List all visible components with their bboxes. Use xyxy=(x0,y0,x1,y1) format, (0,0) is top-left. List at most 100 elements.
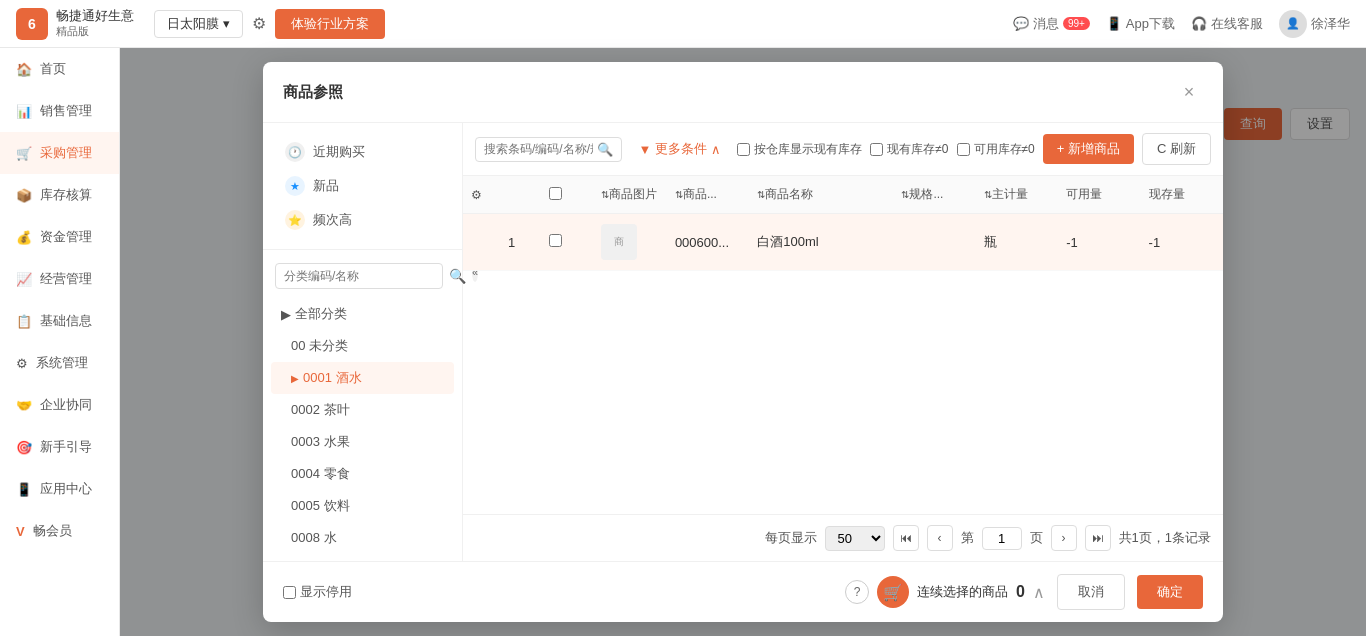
cat-0008[interactable]: 0008 水 xyxy=(271,522,454,549)
add-product-btn[interactable]: + 新增商品 xyxy=(1043,134,1134,164)
brand-name: 畅捷通好生意 xyxy=(56,8,134,24)
page-input[interactable] xyxy=(982,527,1022,550)
cat-all-label: 全部分类 xyxy=(295,305,347,323)
checkbox-available[interactable]: 可用库存≠0 xyxy=(957,141,1035,158)
sidebar-item-inventory[interactable]: 📦 库存核算 xyxy=(0,174,119,216)
quick-link-new[interactable]: ★ 新品 xyxy=(275,169,450,203)
cat-0003[interactable]: 0003 水果 xyxy=(271,426,454,458)
recent-icon: 🕐 xyxy=(285,142,305,162)
sidebar-item-vip[interactable]: V 畅会员 xyxy=(0,510,119,552)
th-name[interactable]: ⇅商品名称 xyxy=(749,176,893,214)
first-page-btn[interactable]: ⏮ xyxy=(893,525,919,551)
cat-00[interactable]: 00 未分类 xyxy=(271,330,454,362)
category-search-input[interactable] xyxy=(275,263,443,289)
checkbox-existing-input[interactable] xyxy=(870,143,883,156)
help-icon[interactable]: ? xyxy=(845,580,869,604)
quick-link-freq[interactable]: ⭐ 频次高 xyxy=(275,203,450,237)
left-panel: 🕐 近期购买 ★ 新品 ⭐ 频次高 xyxy=(263,123,463,561)
modal-close-button[interactable]: × xyxy=(1175,78,1203,106)
messages-item[interactable]: 💬 消息 99+ xyxy=(1013,15,1090,33)
sidebar-item-apps[interactable]: 📱 应用中心 xyxy=(0,468,119,510)
cart-button[interactable]: 🛒 xyxy=(877,576,909,608)
exp-btn[interactable]: 体验行业方案 xyxy=(275,9,385,39)
filter-arrow-icon: ∧ xyxy=(711,142,721,157)
select-all-checkbox[interactable] xyxy=(549,187,562,200)
product-search-input[interactable] xyxy=(484,142,593,156)
filter-btn[interactable]: ▼ 更多条件 ∧ xyxy=(630,136,729,162)
sidebar-item-home[interactable]: 🏠 首页 xyxy=(0,48,119,90)
inventory-icon: 📦 xyxy=(16,188,32,203)
filter-label: 更多条件 xyxy=(655,140,707,158)
category-tree: ▶ 全部分类 00 未分类 ▶ 0001 酒水 0002 茶叶 xyxy=(263,298,462,549)
checkbox-available-input[interactable] xyxy=(957,143,970,156)
th-code[interactable]: ⇅商品... xyxy=(667,176,749,214)
sidebar-item-system[interactable]: ⚙ 系统管理 xyxy=(0,342,119,384)
online-service[interactable]: 🎧 在线客服 xyxy=(1191,15,1263,33)
prev-page-btn[interactable]: ‹ xyxy=(927,525,953,551)
show-disabled-checkbox[interactable]: 显示停用 xyxy=(283,583,352,601)
cat-0002[interactable]: 0002 茶叶 xyxy=(271,394,454,426)
checkbox-existing[interactable]: 现有库存≠0 xyxy=(870,141,948,158)
checkbox-warehouse[interactable]: 按仓库显示现有库存 xyxy=(737,141,862,158)
td-checkbox[interactable] xyxy=(541,214,592,271)
sidebar-item-operation[interactable]: 📈 经营管理 xyxy=(0,258,119,300)
cancel-button[interactable]: 取消 xyxy=(1057,574,1125,610)
confirm-button[interactable]: 确定 xyxy=(1137,575,1203,609)
sidebar-item-finance[interactable]: 💰 资金管理 xyxy=(0,216,119,258)
product-table: ⚙ ⇅商品图片 ⇅商品... xyxy=(463,176,1223,271)
sidebar-item-collab[interactable]: 🤝 企业协同 xyxy=(0,384,119,426)
category-search-bar: 🔍 « xyxy=(263,254,462,298)
user-info[interactable]: 👤 徐泽华 xyxy=(1279,10,1350,38)
cat-0004[interactable]: 0004 零食 xyxy=(271,458,454,490)
product-search-bar[interactable]: 🔍 xyxy=(475,137,622,162)
sidebar-operation-label: 经营管理 xyxy=(40,270,92,288)
cat-00-label: 00 未分类 xyxy=(291,337,348,355)
basic-icon: 📋 xyxy=(16,314,32,329)
next-page-btn[interactable]: › xyxy=(1051,525,1077,551)
sidebar-item-guide[interactable]: 🎯 新手引导 xyxy=(0,426,119,468)
cat-all[interactable]: ▶ 全部分类 xyxy=(271,298,454,330)
td-name: 白酒100ml xyxy=(749,214,893,271)
quick-link-freq-label: 频次高 xyxy=(313,211,352,229)
show-disabled-input[interactable] xyxy=(283,586,296,599)
th-checkbox[interactable] xyxy=(541,176,592,214)
collapse-footer-icon[interactable]: ∧ xyxy=(1033,583,1045,602)
home-icon: 🏠 xyxy=(16,62,32,77)
purchase-icon: 🛒 xyxy=(16,146,32,161)
cart-text: 连续选择的商品 xyxy=(917,583,1008,601)
sidebar-item-purchase[interactable]: 🛒 采购管理 xyxy=(0,132,119,174)
gear-button[interactable]: ⚙ xyxy=(243,8,275,40)
row-checkbox[interactable] xyxy=(549,234,562,247)
sidebar-item-basic[interactable]: 📋 基础信息 xyxy=(0,300,119,342)
th-available: 可用量 xyxy=(1058,176,1140,214)
app-download[interactable]: 📱 App下载 xyxy=(1106,15,1175,33)
th-unit[interactable]: ⇅主计量 xyxy=(976,176,1058,214)
cat-0001[interactable]: ▶ 0001 酒水 xyxy=(271,362,454,394)
th-settings[interactable]: ⚙ xyxy=(463,176,500,214)
collab-icon: 🤝 xyxy=(16,398,32,413)
cart-count: 0 xyxy=(1016,583,1025,601)
td-available: -1 xyxy=(1058,214,1140,271)
page-label: 第 xyxy=(961,529,974,547)
th-spec[interactable]: ⇅规格... xyxy=(893,176,975,214)
td-img: 商 xyxy=(593,214,667,271)
table-row[interactable]: 1 商 000600... 白酒100ml 瓶 -1 xyxy=(463,214,1223,271)
per-page-select[interactable]: 50 100 200 xyxy=(825,526,885,551)
store-name: 日太阳膜 xyxy=(167,15,219,33)
cat-0005[interactable]: 0005 饮料 xyxy=(271,490,454,522)
td-stock: -1 xyxy=(1141,214,1223,271)
quick-link-recent[interactable]: 🕐 近期购买 xyxy=(275,135,450,169)
message-icon: 💬 xyxy=(1013,16,1029,31)
sidebar-item-sales[interactable]: 📊 销售管理 xyxy=(0,90,119,132)
last-page-btn[interactable]: ⏭ xyxy=(1085,525,1111,551)
td-code: 000600... xyxy=(667,214,749,271)
top-nav: 6 畅捷通好生意 精品版 日太阳膜 ▾ ⚙ 体验行业方案 💬 消息 99+ 📱 … xyxy=(0,0,1366,48)
store-selector[interactable]: 日太阳膜 ▾ xyxy=(154,10,243,38)
freq-icon: ⭐ xyxy=(285,210,305,230)
cat-all-arrow: ▶ xyxy=(281,307,291,322)
checkbox-warehouse-input[interactable] xyxy=(737,143,750,156)
product-table-container: ⚙ ⇅商品图片 ⇅商品... xyxy=(463,176,1223,514)
refresh-btn[interactable]: C 刷新 xyxy=(1142,133,1211,165)
vip-icon: V xyxy=(16,524,25,539)
cat-0004-label: 0004 零食 xyxy=(291,465,350,483)
